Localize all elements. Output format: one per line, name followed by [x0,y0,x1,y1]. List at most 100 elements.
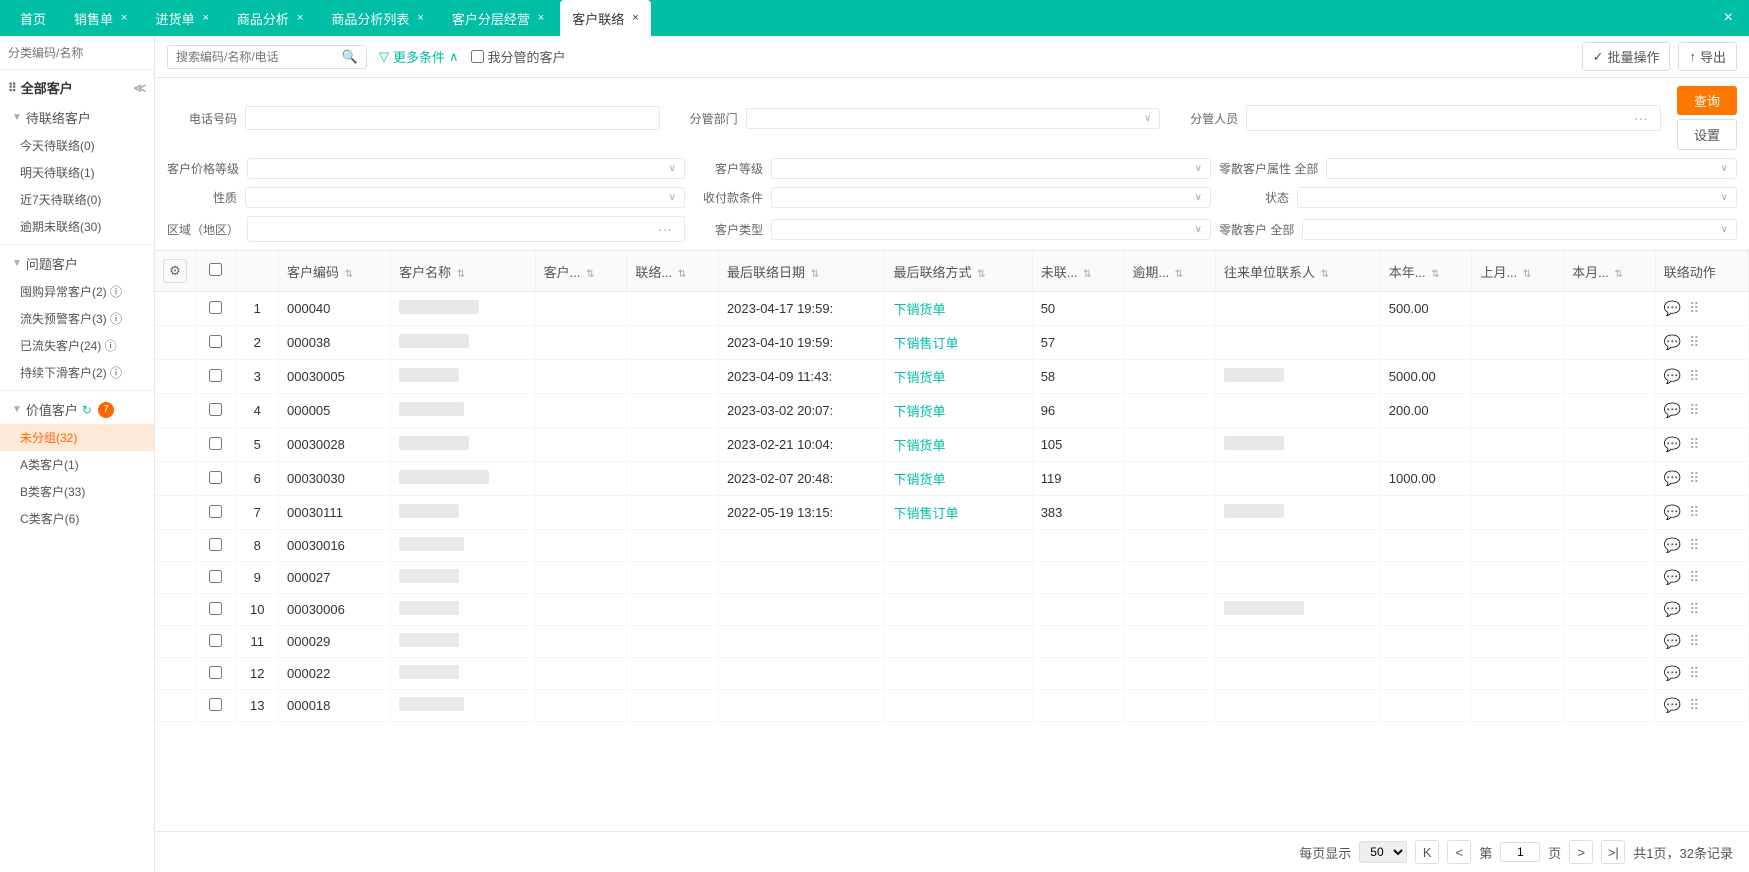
manager-select[interactable]: ··· [1246,105,1661,131]
tab-customer-tier[interactable]: 客户分层经营 × [440,0,556,36]
sidebar-item-today[interactable]: 今天待联络(0) [0,132,154,159]
this-year-col-header[interactable]: 本年... ⇅ [1380,251,1472,292]
collapse-sidebar-button[interactable]: ≪ [133,81,146,95]
page-number-input[interactable] [1500,842,1540,862]
tab-customer-contact[interactable]: 客户联络 × [560,0,650,36]
type-col-header[interactable]: 客户... ⇅ [535,251,627,292]
chat-icon-2[interactable]: 💬 [1664,334,1681,351]
value-customers-group[interactable]: ▼ 价值客户 ↻ 7 [0,395,154,424]
row-checkbox-8[interactable] [209,538,222,551]
chat-icon-5[interactable]: 💬 [1664,436,1681,453]
more-icon-5[interactable]: ⠿ [1689,436,1699,453]
row-checkbox-7[interactable] [209,505,222,518]
sidebar-item-churned[interactable]: 已流失客户(24) ⓘ [0,332,154,359]
chat-icon-6[interactable]: 💬 [1664,470,1681,487]
partner-contact-col-header[interactable]: 往来单位联系人 ⇅ [1215,251,1380,292]
more-icon-2[interactable]: ⠿ [1689,334,1699,351]
tab-sales[interactable]: 销售单 × [62,0,139,36]
batch-op-button[interactable]: ✓ 批量操作 [1582,42,1671,71]
select-all-checkbox[interactable] [209,263,222,276]
chat-icon-12[interactable]: 💬 [1664,665,1681,682]
customer-type-select[interactable]: ∨ [771,219,1211,240]
chat-icon-3[interactable]: 💬 [1664,368,1681,385]
more-icon-13[interactable]: ⠿ [1689,697,1699,714]
chat-icon-4[interactable]: 💬 [1664,402,1681,419]
row-checkbox-5[interactable] [209,437,222,450]
payment-select[interactable]: ∨ [771,187,1211,208]
this-month-col-header[interactable]: 本月... ⇅ [1564,251,1656,292]
retail-attr-select[interactable]: ∨ [1326,158,1737,179]
chat-icon-7[interactable]: 💬 [1664,504,1681,521]
chat-icon-10[interactable]: 💬 [1664,601,1681,618]
settings-col-header[interactable]: ⚙ [155,251,196,292]
refresh-icon[interactable]: ↻ [82,403,92,417]
more-icon-8[interactable]: ⠿ [1689,537,1699,554]
customer-level-select[interactable]: ∨ [771,158,1211,179]
prev-page-button[interactable]: < [1447,840,1471,864]
close-all-button[interactable]: × [1716,5,1741,31]
nature-select[interactable]: ∨ [245,187,685,208]
last-contact-type-col-header[interactable]: 最后联络方式 ⇅ [885,251,1032,292]
more-icon-12[interactable]: ⠿ [1689,665,1699,682]
more-icon-7[interactable]: ⠿ [1689,504,1699,521]
last-contact-date-col-header[interactable]: 最后联络日期 ⇅ [718,251,885,292]
next-page-button[interactable]: > [1569,840,1593,864]
chat-icon-13[interactable]: 💬 [1664,697,1681,714]
row-last-type-link-7[interactable]: 下销售订单 [893,506,958,521]
close-analysis-tab[interactable]: × [297,12,303,24]
all-customers-header[interactable]: ⠿ 全部客户 ≪ [0,70,154,103]
no-contact-col-header[interactable]: 未联... ⇅ [1032,251,1124,292]
sidebar-item-abnormal[interactable]: 囤购异常客户(2) ⓘ [0,278,154,305]
my-customers-checkbox[interactable] [471,50,484,63]
more-icon-9[interactable]: ⠿ [1689,569,1699,586]
pending-contact-group[interactable]: ▼ 待联络客户 [0,103,154,132]
more-icon-11[interactable]: ⠿ [1689,633,1699,650]
row-last-type-link-5[interactable]: 下销货单 [893,438,945,453]
tab-analysis[interactable]: 商品分析 × [225,0,315,36]
close-customer-tier-tab[interactable]: × [538,12,544,24]
chat-icon-9[interactable]: 💬 [1664,569,1681,586]
last-page-button[interactable]: >| [1601,840,1625,864]
row-last-type-link-3[interactable]: 下销货单 [893,370,945,385]
search-icon[interactable]: 🔍 [342,49,358,65]
export-button[interactable]: ↑ 导出 [1678,42,1737,71]
sidebar-item-class-c[interactable]: C类客户(6) [0,505,154,532]
chat-icon-8[interactable]: 💬 [1664,537,1681,554]
tab-home[interactable]: 首页 [8,0,58,36]
query-button[interactable]: 查询 [1677,86,1737,115]
close-customer-contact-tab[interactable]: × [632,12,638,24]
row-last-type-link-2[interactable]: 下销售订单 [893,336,958,351]
row-checkbox-9[interactable] [209,570,222,583]
contact-col-header[interactable]: 联络... ⇅ [627,251,719,292]
price-level-select[interactable]: ∨ [247,158,685,179]
settings-icon[interactable]: ⚙ [163,259,187,283]
row-checkbox-11[interactable] [209,634,222,647]
sidebar-item-class-b[interactable]: B类客户(33) [0,478,154,505]
chat-icon-11[interactable]: 💬 [1664,633,1681,650]
chat-icon-1[interactable]: 💬 [1664,300,1681,317]
region-select[interactable]: ··· [247,216,685,242]
tab-analysis-list[interactable]: 商品分析列表 × [319,0,435,36]
more-icon-10[interactable]: ⠿ [1689,601,1699,618]
more-conditions-button[interactable]: ▽ 更多条件 ∧ [379,47,459,66]
close-purchase-tab[interactable]: × [202,12,208,24]
row-checkbox-6[interactable] [209,471,222,484]
more-icon-3[interactable]: ⠿ [1689,368,1699,385]
problem-customers-group[interactable]: ▼ 问题客户 [0,249,154,278]
per-page-select[interactable]: 50 [1359,841,1407,863]
sidebar-item-churn-warning[interactable]: 流失预警客户(3) ⓘ [0,305,154,332]
row-checkbox-12[interactable] [209,666,222,679]
phone-input[interactable] [245,106,660,130]
row-checkbox-13[interactable] [209,698,222,711]
sidebar-item-7days[interactable]: 近7天待联络(0) [0,186,154,213]
overdue-col-header[interactable]: 逾期... ⇅ [1124,251,1216,292]
sidebar-item-ungrouped[interactable]: 未分组(32) [0,424,154,451]
reset-button[interactable]: 设置 [1677,119,1737,150]
status-select[interactable]: ∨ [1297,187,1737,208]
sidebar-item-declining[interactable]: 持续下滑客户(2) ⓘ [0,359,154,386]
first-page-button[interactable]: K [1415,840,1439,864]
tab-purchase[interactable]: 进货单 × [143,0,220,36]
row-checkbox-1[interactable] [209,301,222,314]
row-checkbox-3[interactable] [209,369,222,382]
sidebar-search-input[interactable] [8,46,155,60]
